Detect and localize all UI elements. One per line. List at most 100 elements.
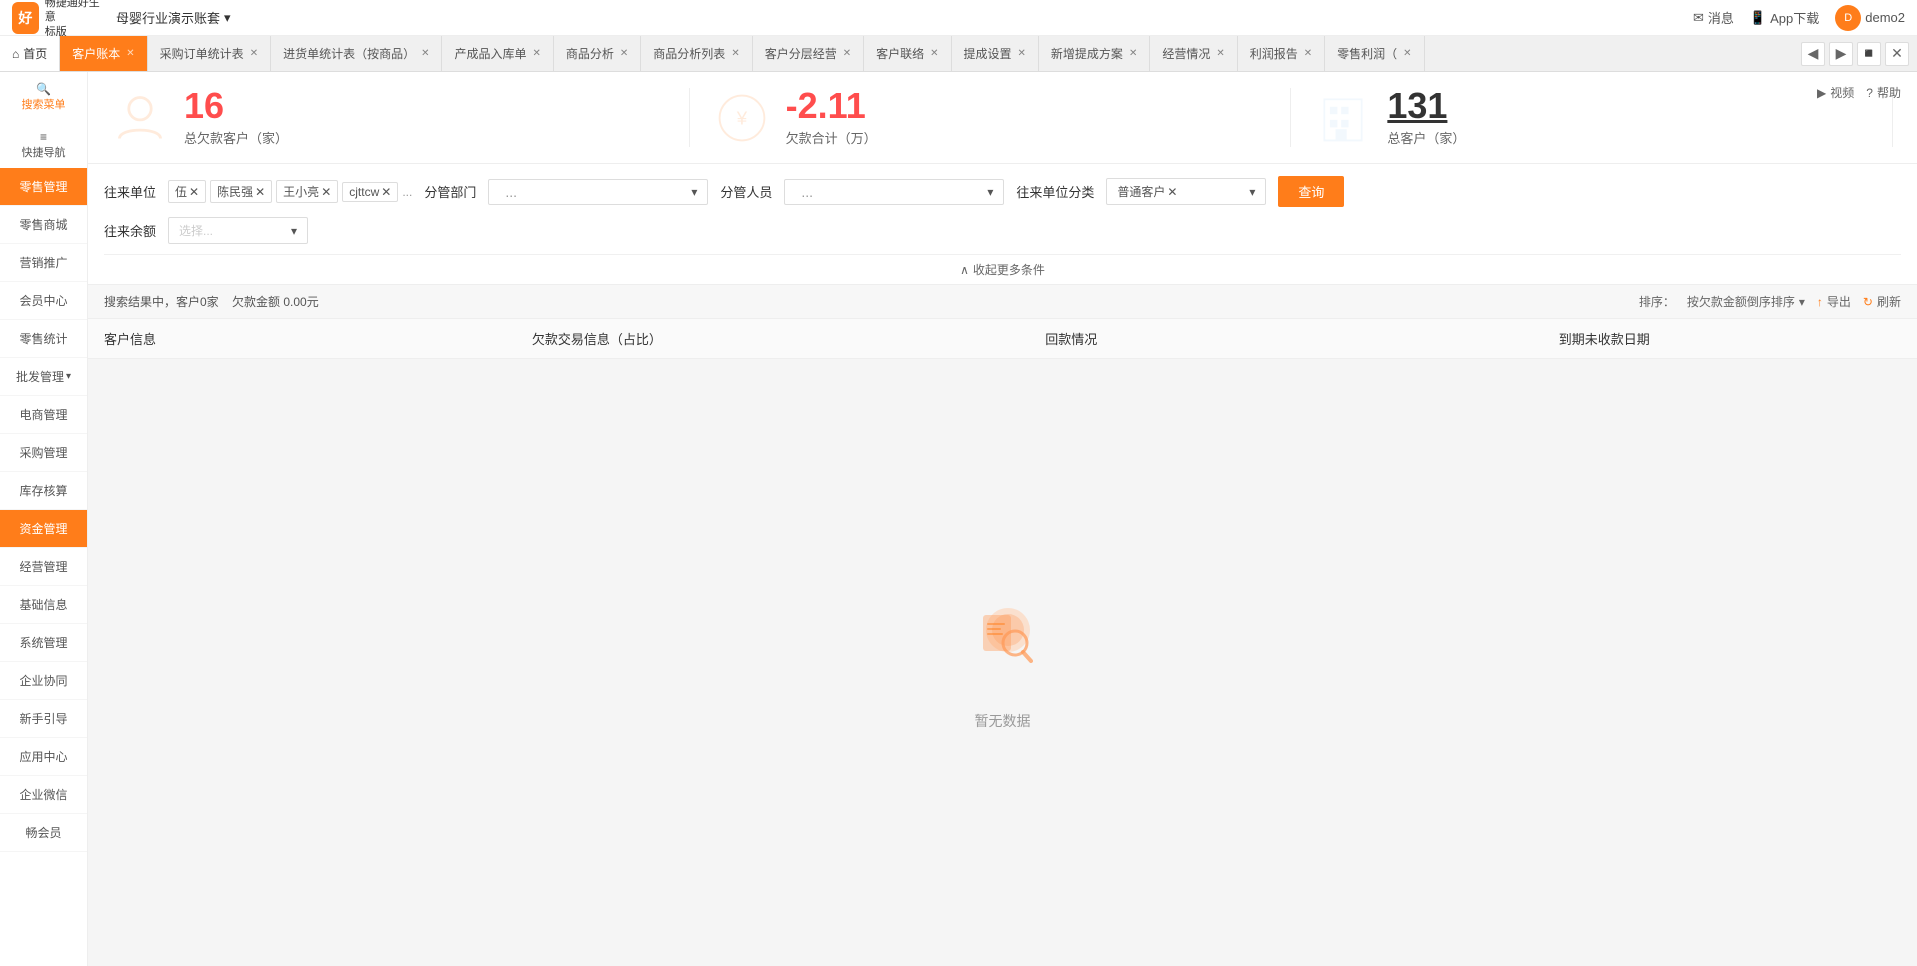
nav-expand-btn[interactable]: ◾ [1857, 42, 1881, 66]
person-dots[interactable]: ... [801, 184, 813, 200]
close-icon[interactable]: ✕ [1018, 48, 1026, 59]
export-icon: ↑ [1817, 295, 1823, 309]
close-icon[interactable]: ✕ [1216, 48, 1224, 59]
sidebar-item-basic-info[interactable]: 基础信息 [0, 586, 87, 624]
sidebar-item-member-center[interactable]: 会员中心 [0, 282, 87, 320]
query-button[interactable]: 查询 [1278, 176, 1344, 207]
stat-value-debt: -2.11 [786, 88, 877, 124]
nav-tabs-controls: ◀ ▶ ◾ ✕ [1793, 42, 1917, 66]
message-btn[interactable]: ✉ 消息 [1693, 8, 1734, 27]
sidebar-item-retail-mall[interactable]: 零售商城 [0, 206, 87, 244]
tab-product-analysis[interactable]: 商品分析 ✕ [554, 36, 641, 72]
refresh-btn[interactable]: ↻ 刷新 [1863, 293, 1901, 310]
tab-product-analysis-list[interactable]: 商品分析列表 ✕ [641, 36, 752, 72]
remove-tag-wu[interactable]: ✕ [189, 185, 199, 199]
nav-icon: ≡ [40, 130, 47, 144]
close-icon[interactable]: ✕ [250, 48, 258, 59]
sidebar-item-inventory[interactable]: 库存核算 [0, 472, 87, 510]
nav-close-all-btn[interactable]: ✕ [1885, 42, 1909, 66]
sidebar-item-capital-mgmt[interactable]: 资金管理 [0, 510, 87, 548]
balance-select[interactable]: 选择... ▾ [168, 217, 308, 244]
env-selector[interactable]: 母婴行业演示账套 ▾ [108, 8, 239, 27]
close-icon[interactable]: ✕ [731, 48, 739, 59]
stat-block-debt: ¥ -2.11 欠款合计（万） [690, 88, 1292, 147]
category-select[interactable]: 普通客户 ✕ ▾ [1106, 178, 1266, 205]
export-btn[interactable]: ↑ 导出 [1817, 293, 1851, 310]
category-filter-label: 往来单位分类 [1016, 182, 1094, 201]
close-icon[interactable]: ✕ [1304, 48, 1312, 59]
dept-select[interactable]: ... ▾ [488, 179, 708, 205]
close-icon[interactable]: ✕ [126, 48, 134, 59]
sidebar-search[interactable]: 🔍 搜索菜单 [0, 72, 87, 122]
close-icon[interactable]: ✕ [620, 48, 628, 59]
sidebar-item-retail-stats[interactable]: 零售统计 [0, 320, 87, 358]
close-icon[interactable]: ✕ [1129, 48, 1137, 59]
remove-tag-cjttcw[interactable]: ✕ [381, 185, 391, 199]
remove-tag-chen[interactable]: ✕ [255, 185, 265, 199]
sidebar-item-operations-mgmt[interactable]: 经营管理 [0, 548, 87, 586]
filter-more-btn[interactable]: ... [402, 185, 412, 199]
tab-customer-capital[interactable]: 客户账本 ✕ [60, 36, 147, 72]
close-icon[interactable]: ✕ [843, 48, 851, 59]
category-chevron-icon: ▾ [1249, 185, 1255, 199]
tab-operations[interactable]: 经营情况 ✕ [1150, 36, 1237, 72]
debt-icon: ¥ [714, 90, 770, 146]
empty-state: 暂无数据 [88, 359, 1917, 966]
close-icon[interactable]: ✕ [533, 48, 541, 59]
person-chevron-icon: ▾ [987, 185, 993, 199]
video-btn[interactable]: ▶ 视频 [1817, 84, 1854, 101]
sidebar-item-vip-member[interactable]: 畅会员 [0, 814, 87, 852]
sort-select[interactable]: 按欠款金额倒序排序 ▾ [1687, 293, 1805, 310]
tab-new-promotion[interactable]: 新增提成方案 ✕ [1039, 36, 1150, 72]
play-icon: ▶ [1817, 86, 1826, 100]
sidebar-item-retail-mgmt[interactable]: 零售管理 [0, 168, 87, 206]
app-download-btn[interactable]: 📱 App下载 [1750, 8, 1819, 27]
logo-text: 畅捷通好生意 标版 [45, 0, 100, 39]
tab-inventory-stat[interactable]: 进货单统计表（按商品） ✕ [271, 36, 442, 72]
tab-retail-profit[interactable]: 零售利润（ ✕ [1325, 36, 1424, 72]
sidebar-item-enterprise-wechat[interactable]: 企业微信 [0, 776, 87, 814]
col-header-repayment: 回款情况 [1045, 329, 1558, 348]
dept-dots[interactable]: ... [505, 184, 517, 200]
tab-home[interactable]: ⌂ 首页 [0, 36, 60, 72]
tab-product-inbound[interactable]: 产成品入库单 ✕ [442, 36, 553, 72]
close-icon[interactable]: ✕ [930, 48, 938, 59]
customer-icon [112, 90, 168, 146]
person-select[interactable]: ... ▾ [784, 179, 1004, 205]
collapse-filter-btn[interactable]: ∧ 收起更多条件 [104, 254, 1901, 284]
remove-category-tag[interactable]: ✕ [1167, 185, 1177, 199]
filter-area: 往来单位 伍 ✕ 陈民强 ✕ 王小亮 ✕ cjttcw [88, 164, 1917, 285]
tab-profit-report[interactable]: 利润报告 ✕ [1238, 36, 1325, 72]
close-icon[interactable]: ✕ [1403, 48, 1411, 59]
sidebar-item-purchase-mgmt[interactable]: 采购管理 [0, 434, 87, 472]
refresh-icon: ↻ [1863, 295, 1873, 309]
balance-chevron-icon: ▾ [291, 224, 297, 238]
nav-next-btn[interactable]: ▶ [1829, 42, 1853, 66]
close-icon[interactable]: ✕ [421, 48, 429, 59]
sidebar-item-marketing[interactable]: 营销推广 [0, 244, 87, 282]
stats-bar-actions: ▶ 视频 ? 帮助 [1817, 84, 1901, 101]
col-header-due-date: 到期未收款日期 [1559, 329, 1901, 348]
sidebar-quick-nav[interactable]: ≡ 快捷导航 [0, 122, 87, 168]
tab-customer-contact[interactable]: 客户联络 ✕ [864, 36, 951, 72]
tab-promotion-settings[interactable]: 提成设置 ✕ [952, 36, 1039, 72]
nav-prev-btn[interactable]: ◀ [1801, 42, 1825, 66]
stat-info-total-customers: 131 总客户（家） [1387, 88, 1465, 147]
table-header: 客户信息 欠款交易信息（占比） 回款情况 到期未收款日期 [88, 319, 1917, 359]
topbar-right: ✉ 消息 📱 App下载 D demo2 [1693, 5, 1905, 31]
sidebar-item-enterprise-collab[interactable]: 企业协同 [0, 662, 87, 700]
dept-chevron-icon: ▾ [691, 185, 697, 199]
help-btn[interactable]: ? 帮助 [1866, 84, 1901, 101]
sidebar-item-wholesale-mgmt[interactable]: 批发管理 ▾ [0, 358, 87, 396]
stat-label-customers: 总欠款客户（家） [184, 128, 288, 147]
search-results-summary: 搜索结果中，客户0家 欠款金额 0.00元 [104, 293, 319, 310]
tab-customer-segment[interactable]: 客户分层经营 ✕ [753, 36, 864, 72]
sidebar-item-ecommerce-mgmt[interactable]: 电商管理 [0, 396, 87, 434]
home-icon: ⌂ [12, 47, 19, 61]
sidebar-item-new-guide[interactable]: 新手引导 [0, 700, 87, 738]
remove-tag-wang[interactable]: ✕ [321, 185, 331, 199]
sidebar-item-system-mgmt[interactable]: 系统管理 [0, 624, 87, 662]
user-profile[interactable]: D demo2 [1835, 5, 1905, 31]
tab-purchase-order-stat[interactable]: 采购订单统计表 ✕ [148, 36, 271, 72]
sidebar-item-app-center[interactable]: 应用中心 [0, 738, 87, 776]
